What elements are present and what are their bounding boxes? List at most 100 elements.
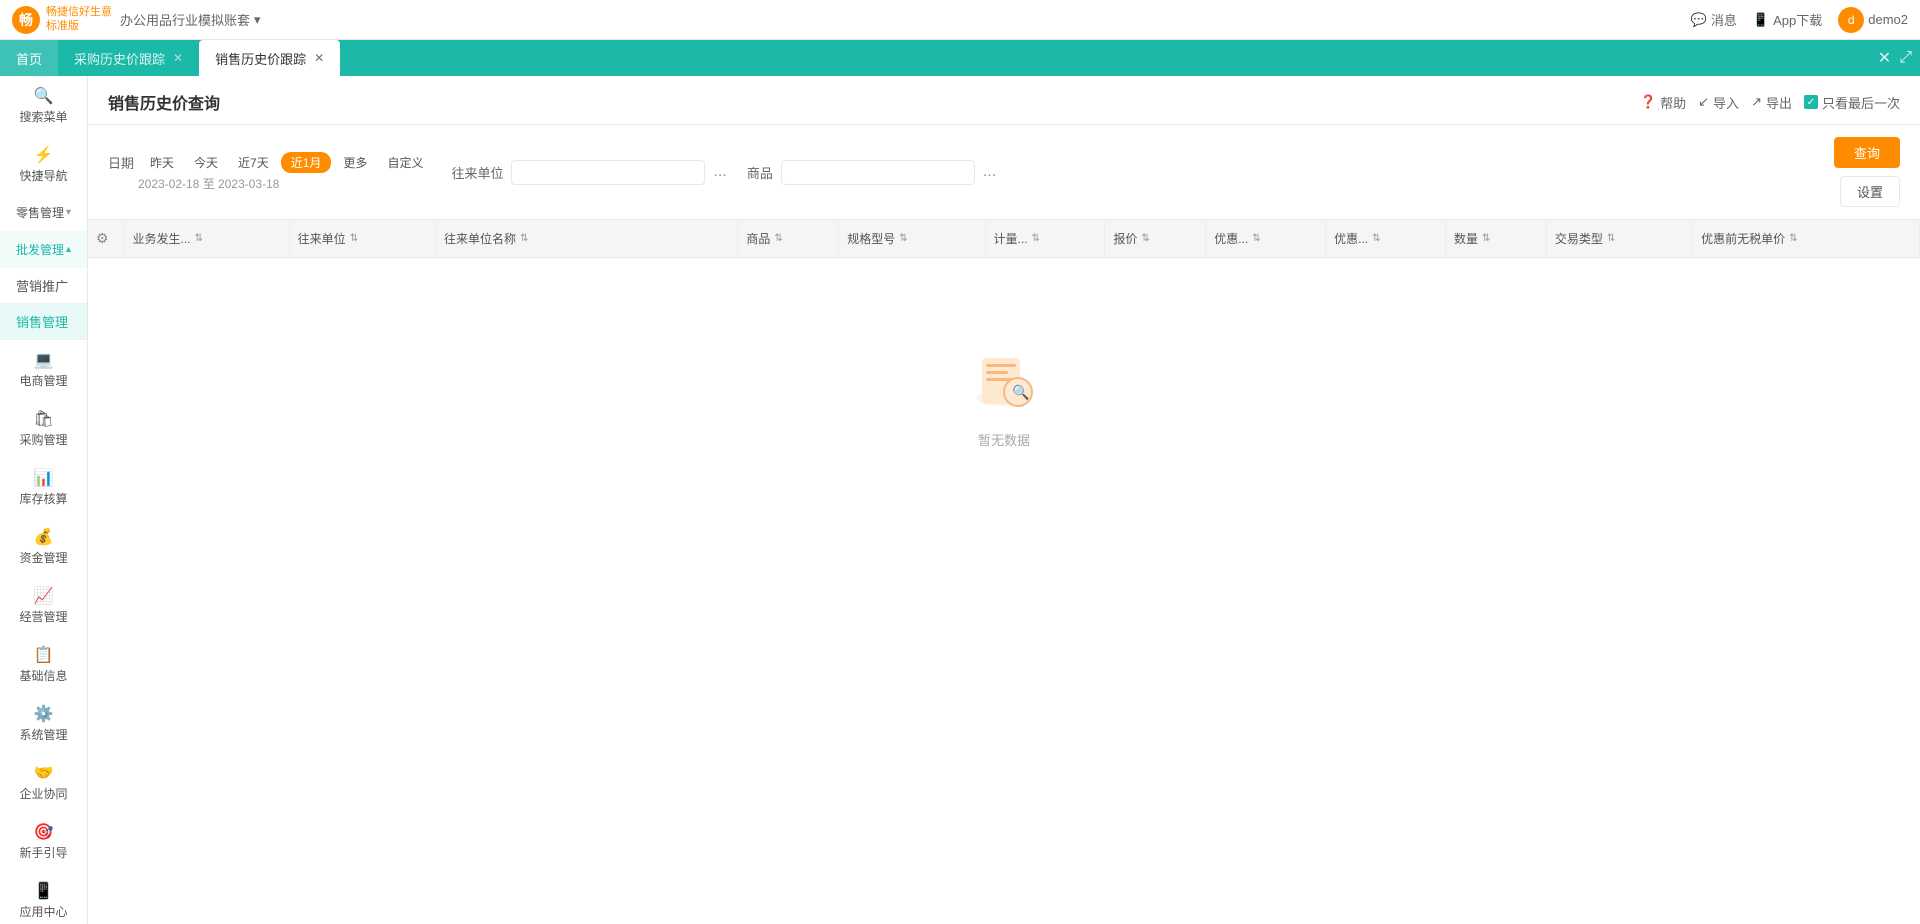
export-icon: ↗ (1751, 94, 1762, 110)
empty-icon: 🔍 (964, 338, 1044, 418)
sidebar-item-marketing[interactable]: 营销推广 (0, 268, 87, 304)
app-download-btn[interactable]: 📱 App下载 (1753, 10, 1822, 29)
logo-area: 畅 畅捷信好生意 标准版 (12, 6, 112, 34)
th-product[interactable]: 商品 ⇅ (738, 220, 839, 258)
sidebar-item-guide[interactable]: 🎯 新手引导 (0, 812, 87, 871)
sidebar-item-purchase[interactable]: 🛍 采购管理 (0, 399, 87, 458)
sidebar-item-wholesale[interactable]: 批发管理 ▴ (0, 231, 87, 268)
query-button[interactable]: 查询 (1834, 137, 1900, 168)
th-discount2[interactable]: 优惠... ⇅ (1326, 220, 1446, 258)
table-area: ⚙ 业务发生... ⇅ 往来单位 ⇅ (88, 220, 1920, 924)
sort-icon: ⇅ (1607, 233, 1615, 244)
th-trade-type[interactable]: 交易类型 ⇅ (1546, 220, 1692, 258)
date-btn-today[interactable]: 今天 (186, 152, 226, 173)
checkbox-icon: ✓ (1804, 95, 1818, 109)
operations-icon: 📈 (34, 586, 54, 606)
th-partner-name[interactable]: 往来单位名称 ⇅ (435, 220, 737, 258)
sidebar-item-basic-info[interactable]: 📋 基础信息 (0, 635, 87, 694)
date-btn-1month[interactable]: 近1月 (281, 152, 332, 173)
download-icon: 📱 (1753, 12, 1769, 28)
shortcut-icon: ⚡ (34, 145, 54, 165)
tab-sales-history[interactable]: 销售历史价跟踪 ✕ (199, 40, 340, 76)
th-discount1[interactable]: 优惠... ⇅ (1206, 220, 1326, 258)
sidebar-item-apps[interactable]: 📱 应用中心 (0, 871, 87, 924)
export-btn[interactable]: ↗ 导出 (1751, 93, 1792, 112)
tab-bar: 首页 采购历史价跟踪 ✕ 销售历史价跟踪 ✕ ✕ ⤢ (0, 40, 1920, 76)
empty-state: 🔍 暂无数据 (88, 258, 1920, 529)
product-label: 商品 (747, 163, 773, 182)
import-btn[interactable]: ↙ 导入 (1698, 93, 1739, 112)
sidebar-item-shortcut[interactable]: ⚡ 快捷导航 (0, 135, 87, 194)
sort-icon: ⇅ (1141, 233, 1149, 244)
sidebar-item-cooperation[interactable]: 🤝 企业协同 (0, 753, 87, 812)
top-bar-right: 💬 消息 📱 App下载 d demo2 (1691, 7, 1908, 33)
tab-sales-history-close[interactable]: ✕ (314, 51, 324, 65)
chevron-up-icon: ▴ (66, 244, 71, 255)
settings-button[interactable]: 设置 (1840, 176, 1900, 207)
th-quantity[interactable]: 数量 ⇅ (1445, 220, 1546, 258)
filter-row: 日期 昨天 今天 近7天 近1月 更多 自定义 2023-02-18 至 202… (108, 137, 1900, 207)
tab-purchase-history-close[interactable]: ✕ (173, 51, 183, 65)
tab-home[interactable]: 首页 (0, 40, 58, 76)
message-btn[interactable]: 💬 消息 (1691, 10, 1737, 29)
filter-actions: 查询 设置 (1834, 137, 1900, 207)
app-selector[interactable]: 办公用品行业模拟账套 ▾ (120, 10, 261, 29)
sidebar-item-finance[interactable]: 💰 资金管理 (0, 517, 87, 576)
th-biz-date[interactable]: 业务发生... ⇅ (124, 220, 289, 258)
help-icon: ❓ (1640, 94, 1656, 110)
data-table: ⚙ 业务发生... ⇅ 往来单位 ⇅ (88, 220, 1920, 258)
sidebar-item-inventory[interactable]: 📊 库存核算 (0, 458, 87, 517)
search-icon: 🔍 (34, 86, 54, 106)
inventory-icon: 📊 (34, 468, 54, 488)
sidebar-item-system[interactable]: ⚙️ 系统管理 (0, 694, 87, 753)
date-btn-7days[interactable]: 近7天 (230, 152, 277, 173)
close-window-btn[interactable]: ✕ (1878, 48, 1891, 68)
sidebar-item-operations[interactable]: 📈 经营管理 (0, 576, 87, 635)
purchase-icon: 🛍 (33, 409, 53, 429)
sort-icon: ⇅ (1789, 233, 1797, 244)
date-btn-more[interactable]: 更多 (335, 152, 375, 173)
date-btn-yesterday[interactable]: 昨天 (142, 152, 182, 173)
top-bar: 畅 畅捷信好生意 标准版 办公用品行业模拟账套 ▾ 💬 消息 📱 App下载 d… (0, 0, 1920, 40)
content-area: 销售历史价查询 ❓ 帮助 ↙ 导入 ↗ 导出 ✓ 只看最后一次 (88, 76, 1920, 924)
help-btn[interactable]: ❓ 帮助 (1640, 93, 1686, 112)
user-menu[interactable]: d demo2 (1838, 7, 1908, 33)
ecommerce-icon: 💻 (34, 350, 54, 370)
th-partner-code[interactable]: 往来单位 ⇅ (289, 220, 435, 258)
sort-icon: ⇅ (1482, 233, 1490, 244)
th-quote[interactable]: 报价 ⇅ (1105, 220, 1206, 258)
th-pre-tax-price[interactable]: 优惠前无税单价 ⇅ (1693, 220, 1920, 258)
th-spec[interactable]: 规格型号 ⇅ (839, 220, 985, 258)
tab-purchase-history[interactable]: 采购历史价跟踪 ✕ (58, 40, 199, 76)
gear-icon[interactable]: ⚙ (96, 230, 109, 246)
date-label: 日期 (108, 153, 134, 172)
sidebar: 🔍 搜索菜单 ⚡ 快捷导航 零售管理 ▾ 批发管理 ▴ 营销推广 销售管理 💻 … (0, 76, 88, 924)
date-buttons: 昨天 今天 近7天 近1月 更多 自定义 (142, 152, 431, 173)
message-icon: 💬 (1691, 12, 1707, 28)
logo-icon: 畅 (12, 6, 40, 34)
sort-icon: ⇅ (899, 233, 907, 244)
th-unit[interactable]: 计量... ⇅ (985, 220, 1105, 258)
sidebar-item-ecommerce[interactable]: 💻 电商管理 (0, 340, 87, 399)
partner-label: 往来单位 (451, 163, 503, 182)
avatar: d (1838, 7, 1864, 33)
page-header-actions: ❓ 帮助 ↙ 导入 ↗ 导出 ✓ 只看最后一次 (1640, 93, 1900, 112)
sidebar-item-search[interactable]: 🔍 搜索菜单 (0, 76, 87, 135)
sidebar-item-sales-mgmt[interactable]: 销售管理 (0, 304, 87, 340)
filter-area: 日期 昨天 今天 近7天 近1月 更多 自定义 2023-02-18 至 202… (88, 125, 1920, 220)
page-header: 销售历史价查询 ❓ 帮助 ↙ 导入 ↗ 导出 ✓ 只看最后一次 (88, 76, 1920, 125)
sidebar-item-retail[interactable]: 零售管理 ▾ (0, 194, 87, 231)
partner-input-dots[interactable]: ... (713, 163, 726, 181)
only-last-toggle[interactable]: ✓ 只看最后一次 (1804, 93, 1900, 112)
product-input-dots[interactable]: ... (983, 163, 996, 181)
date-range: 2023-02-18 至 2023-03-18 (138, 175, 431, 192)
partner-input[interactable] (511, 160, 705, 185)
date-btn-custom[interactable]: 自定义 (379, 152, 431, 173)
maximize-btn[interactable]: ⤢ (1899, 49, 1912, 67)
main-layout: 🔍 搜索菜单 ⚡ 快捷导航 零售管理 ▾ 批发管理 ▴ 营销推广 销售管理 💻 … (0, 76, 1920, 924)
guide-icon: 🎯 (34, 822, 54, 842)
svg-text:🔍: 🔍 (1012, 383, 1029, 401)
date-filter-group: 日期 昨天 今天 近7天 近1月 更多 自定义 2023-02-18 至 202… (108, 152, 431, 192)
product-input[interactable] (781, 160, 975, 185)
sort-icon: ⇅ (1252, 233, 1260, 244)
